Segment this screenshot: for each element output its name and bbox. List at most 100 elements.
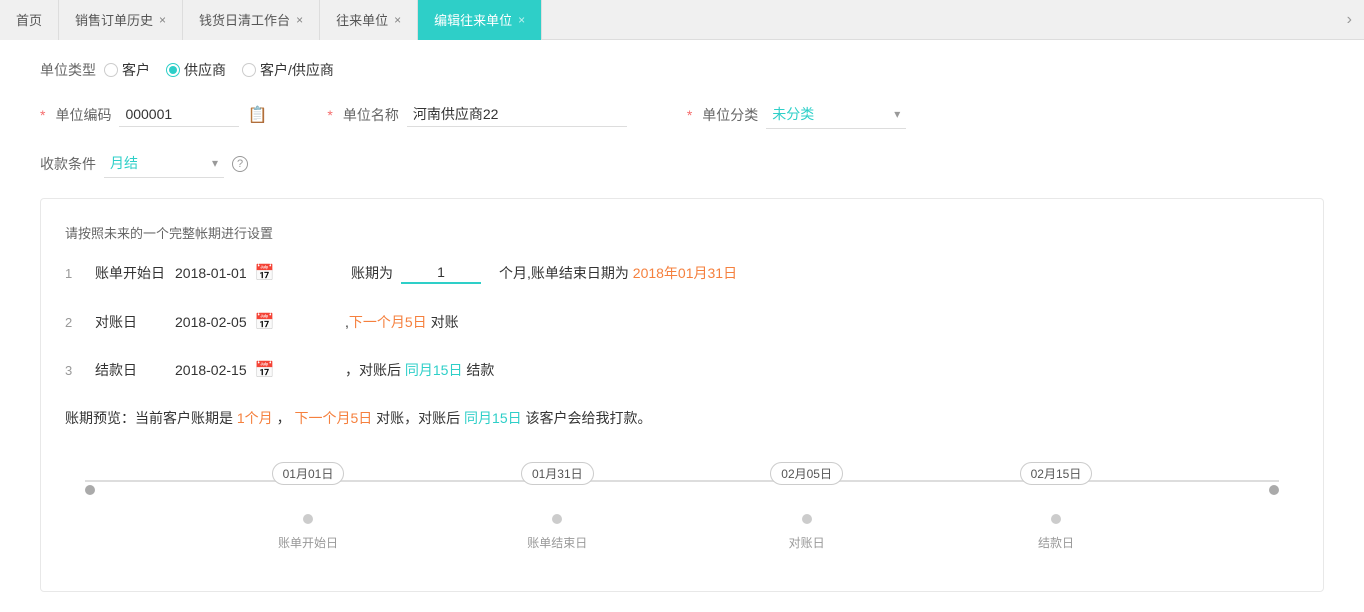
cal-icon-1[interactable]: 📅 [255, 263, 275, 283]
tab-edit-partner-label: 编辑往来单位 [434, 10, 512, 29]
timeline-label-3: 02月05日 [770, 462, 843, 485]
cal-icon-3[interactable]: 📅 [255, 360, 275, 380]
tab-edit-partner[interactable]: 编辑往来单位 × [418, 0, 542, 40]
row-suffix-before-input-1: 账期为 [351, 263, 393, 283]
preview-payment-date: 同月15日 [464, 410, 522, 426]
unit-type-field: 单位类型 客户 供应商 客户/供应商 [40, 60, 334, 80]
payment-terms-value: 月结 [110, 153, 208, 173]
setting-row-2: 2 对账日 2018-02-05 📅 ,下一个月5日 对账 [65, 312, 1299, 332]
unit-name-label: 单位名称 [343, 105, 399, 125]
timeline-point-4: 02月15日 结款日 [1020, 462, 1093, 551]
timeline-dot-1 [303, 514, 313, 524]
timeline-label-4: 02月15日 [1020, 462, 1093, 485]
payment-highlight: 同月15日 [405, 362, 463, 378]
timeline-left-dot [85, 485, 95, 495]
timeline-sub-3: 对账日 [789, 534, 825, 551]
radio-circle-customer [104, 63, 118, 77]
tab-cash-ledger[interactable]: 钱货日清工作台 × [183, 0, 320, 40]
tab-partner-units-label: 往来单位 [336, 10, 388, 29]
unit-type-row: 单位类型 客户 供应商 客户/供应商 [40, 60, 1324, 80]
timeline-sub-2: 账单结束日 [527, 534, 587, 551]
close-icon-partner[interactable]: × [394, 13, 401, 27]
unit-category-value: 未分类 [772, 104, 890, 124]
radio-dot-supplier [169, 66, 177, 74]
tab-bar: 首页 销售订单历史 × 钱货日清工作台 × 往来单位 × 编辑往来单位 × › [0, 0, 1364, 40]
cal-icon-2[interactable]: 📅 [255, 312, 275, 332]
unit-category-label: 单位分类 [702, 105, 758, 125]
tab-partner-units[interactable]: 往来单位 × [320, 0, 418, 40]
tab-cash-ledger-label: 钱货日清工作台 [199, 10, 290, 29]
close-icon-sales[interactable]: × [159, 13, 166, 27]
radio-both[interactable]: 客户/供应商 [242, 60, 334, 80]
radio-label-both: 客户/供应商 [260, 60, 334, 80]
row-num-2: 2 [65, 315, 95, 330]
unit-code-field: * 单位编码 📋 [40, 102, 267, 127]
period-input-1[interactable] [401, 262, 481, 284]
date-wrap-3: 2018-02-15 📅 [175, 360, 335, 380]
unit-code-star: * [40, 107, 45, 123]
tab-scroll-arrow[interactable]: › [1335, 0, 1364, 40]
timeline-point-3: 02月05日 对账日 [770, 462, 843, 551]
payment-terms-arrow-icon: ▾ [212, 156, 218, 170]
unit-category-dropdown[interactable]: 未分类 ▾ [766, 100, 906, 129]
radio-circle-both [242, 63, 256, 77]
tab-home[interactable]: 首页 [0, 0, 59, 40]
unit-code-label: 单位编码 [55, 105, 111, 125]
timeline-dot-2 [552, 514, 562, 524]
row-type-2: 对账日 [95, 312, 175, 332]
preview-label: 账期预览：当前客户账期是 [65, 410, 237, 426]
section-title: 请按照未来的一个完整帐期进行设置 [65, 223, 1299, 242]
close-icon-cash[interactable]: × [296, 13, 303, 27]
preview-mid2: 对账，对账后 [376, 410, 464, 426]
timeline-sub-4: 结款日 [1038, 534, 1074, 551]
row-suffix-2: ,下一个月5日 对账 [345, 312, 459, 332]
date-wrap-2: 2018-02-05 📅 [175, 312, 335, 332]
timeline-label-2: 01月31日 [521, 462, 594, 485]
unit-name-input[interactable] [407, 102, 627, 127]
end-date-highlight: 2018年01月31日 [633, 265, 737, 281]
timeline-point-1: 01月01日 账单开始日 [272, 462, 345, 551]
timeline-sub-1: 账单开始日 [278, 534, 338, 551]
timeline-dot-3 [802, 514, 812, 524]
preview-text: 账期预览：当前客户账期是 1个月 ， 下一个月5日 对账，对账后 同月15日 该… [65, 408, 1299, 428]
date-value-3: 2018-02-15 [175, 362, 247, 378]
payment-terms-dropdown[interactable]: 月结 ▾ [104, 149, 224, 178]
setting-row-3: 3 结款日 2018-02-15 📅 ，对账后 同月15日 结款 [65, 360, 1299, 380]
payment-terms-field: 收款条件 月结 ▾ ? [40, 149, 248, 178]
tab-sales-order-history-label: 销售订单历史 [75, 10, 153, 29]
radio-supplier[interactable]: 供应商 [166, 60, 226, 80]
preview-period: 1个月 [237, 410, 273, 426]
date-value-2: 2018-02-05 [175, 314, 247, 330]
timeline-dot-4 [1051, 514, 1061, 524]
timeline: 01月01日 账单开始日 01月31日 账单结束日 02月05日 对账日 [65, 452, 1299, 561]
unit-name-field: * 单位名称 [327, 102, 626, 127]
tab-sales-order-history[interactable]: 销售订单历史 × [59, 0, 183, 40]
radio-circle-supplier [166, 63, 180, 77]
payment-terms-row: 收款条件 月结 ▾ ? [40, 149, 1324, 178]
unit-code-icon[interactable]: 📋 [247, 105, 267, 125]
date-value-1: 2018-01-01 [175, 265, 247, 281]
preview-mid1: ， [277, 410, 291, 426]
close-icon-edit[interactable]: × [518, 13, 525, 27]
row-num-3: 3 [65, 363, 95, 378]
row-suffix-after-input-1: 个月,账单结束日期为 2018年01月31日 [499, 263, 737, 283]
preview-suffix: 该客户会给我打款。 [526, 410, 652, 426]
unit-name-star: * [327, 107, 332, 123]
payment-terms-help-icon[interactable]: ? [232, 156, 248, 172]
tab-home-label: 首页 [16, 10, 42, 29]
radio-group-unit-type: 客户 供应商 客户/供应商 [104, 60, 334, 80]
unit-category-star: * [687, 107, 692, 123]
settings-section: 请按照未来的一个完整帐期进行设置 1 账单开始日 2018-01-01 📅 账期… [40, 198, 1324, 592]
radio-label-supplier: 供应商 [184, 60, 226, 80]
date-wrap-1: 2018-01-01 📅 [175, 263, 335, 283]
timeline-points: 01月01日 账单开始日 01月31日 账单结束日 02月05日 对账日 [85, 462, 1279, 551]
radio-label-customer: 客户 [122, 60, 150, 80]
main-content: 单位类型 客户 供应商 客户/供应商 [0, 40, 1364, 612]
radio-customer[interactable]: 客户 [104, 60, 150, 80]
unit-category-arrow-icon: ▾ [894, 107, 900, 121]
unit-code-input[interactable] [119, 102, 239, 127]
timeline-label-1: 01月01日 [272, 462, 345, 485]
row-type-3: 结款日 [95, 360, 175, 380]
unit-info-row: * 单位编码 📋 * 单位名称 * 单位分类 未分类 ▾ [40, 100, 1324, 129]
preview-recon-date: 下一个月5日 [294, 410, 372, 426]
